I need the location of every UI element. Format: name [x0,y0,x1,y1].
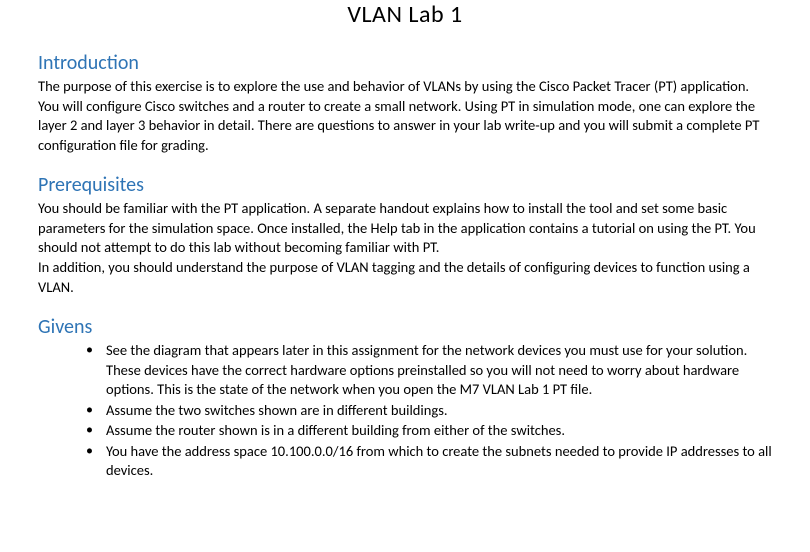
givens-heading: Givens [38,315,772,339]
givens-list: See the diagram that appears later in th… [38,341,772,481]
prerequisites-text-1: You should be familiar with the PT appli… [38,199,772,258]
introduction-text: The purpose of this exercise is to explo… [38,77,772,155]
list-item: See the diagram that appears later in th… [86,341,772,400]
list-item: You have the address space 10.100.0.0/16… [86,442,772,481]
introduction-heading: Introduction [38,51,772,75]
list-item: Assume the router shown is in a differen… [86,421,772,441]
prerequisites-text-2: In addition, you should understand the p… [38,258,772,297]
page-title: VLAN Lab 1 [38,0,772,29]
prerequisites-heading: Prerequisites [38,173,772,197]
list-item: Assume the two switches shown are in dif… [86,401,772,421]
